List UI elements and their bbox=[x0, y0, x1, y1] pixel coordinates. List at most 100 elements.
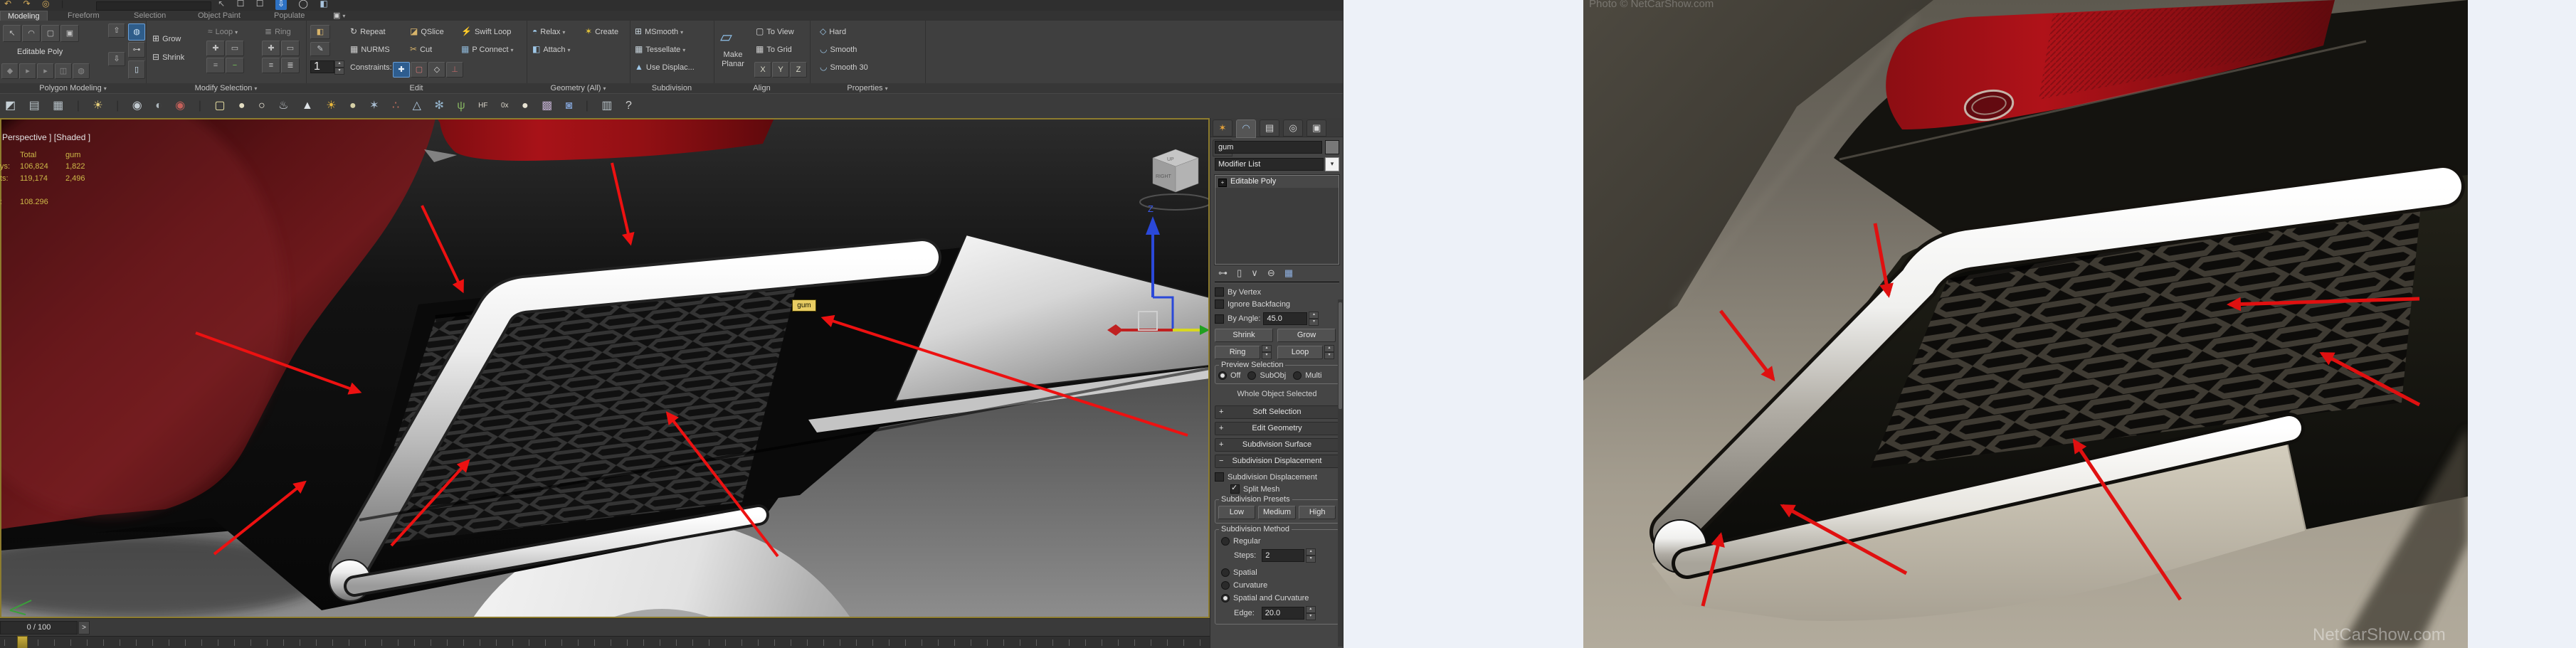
preview-off-radio[interactable] bbox=[1218, 371, 1227, 380]
preset-high-button[interactable]: High bbox=[1299, 506, 1336, 519]
spatial-radio[interactable] bbox=[1221, 568, 1230, 577]
ring-spinner[interactable]: ▴ ▾ bbox=[1262, 345, 1272, 359]
ring-button[interactable]: ≣ Ring bbox=[265, 26, 291, 36]
edge-mode-icon[interactable]: ◠ bbox=[22, 25, 41, 42]
dot-loop-icon[interactable]: = bbox=[206, 58, 225, 73]
preview-multi-radio[interactable] bbox=[1293, 371, 1302, 380]
molecule-icon[interactable]: ∴ bbox=[392, 94, 399, 117]
ring-button[interactable]: Ring bbox=[1215, 345, 1260, 359]
to-view-button[interactable]: ▢ To View bbox=[756, 26, 794, 36]
paint-options-icon[interactable]: ✎ bbox=[310, 42, 330, 56]
perspective-viewport[interactable]: RIGHT UP Z bbox=[0, 90, 1212, 648]
by-angle-spinner[interactable]: ▴ ▾ bbox=[1309, 312, 1319, 326]
polygon-mode-icon[interactable]: ▣ bbox=[60, 25, 79, 42]
make-planar-button[interactable]: Make Planar bbox=[717, 51, 749, 69]
constraint-edge-icon[interactable]: ▢ bbox=[411, 62, 428, 78]
ignore-backfacing-checkbox[interactable] bbox=[1215, 299, 1224, 309]
remove-modifier-icon[interactable]: ⊖ bbox=[1267, 267, 1275, 279]
tessellate-button[interactable]: ▦ Tessellate ▾ bbox=[635, 44, 685, 54]
grow-button[interactable]: Grow bbox=[1277, 329, 1336, 342]
loop-shrink-icon[interactable]: ▭ bbox=[226, 41, 244, 56]
render-presets-icon[interactable]: ▦ bbox=[53, 94, 63, 117]
viewport-label[interactable]: Perspective ] [Shaded ] bbox=[2, 132, 90, 142]
redo-icon[interactable]: ↷ bbox=[23, 0, 31, 10]
preview-icon[interactable]: ◆ bbox=[1, 63, 19, 79]
shrink-button[interactable]: ⊟ Shrink bbox=[152, 52, 184, 62]
display-tab-icon[interactable]: ▣ bbox=[1307, 119, 1327, 137]
select-by-name-icon[interactable]: ↖ bbox=[218, 0, 225, 10]
rollout-subdivision-displacement[interactable]: − Subdivision Displacement bbox=[1215, 455, 1339, 468]
exposure-icon[interactable]: 0x bbox=[501, 94, 509, 117]
curvature-radio[interactable] bbox=[1221, 581, 1230, 590]
regular-radio[interactable] bbox=[1221, 537, 1230, 546]
spatial-curvature-radio[interactable] bbox=[1221, 594, 1230, 602]
section-geometry[interactable]: Geometry (All) ▾ bbox=[527, 83, 630, 93]
edge-spinner[interactable]: ▴ ▾ bbox=[1305, 606, 1316, 620]
link-icon[interactable]: ◎ bbox=[42, 0, 49, 10]
select-child-icon[interactable]: ▸ bbox=[19, 63, 36, 79]
crossing-icon[interactable]: ☐ bbox=[256, 0, 264, 10]
configure-stack-icon[interactable]: ▦ bbox=[1284, 267, 1293, 279]
subdivision-displacement-checkbox[interactable] bbox=[1215, 472, 1224, 482]
display-final-icon[interactable]: ▯ bbox=[128, 60, 145, 79]
qslice-button[interactable]: ◪ QSlice bbox=[410, 26, 444, 36]
constraint-normal-icon[interactable]: ⊥ bbox=[446, 62, 463, 78]
msmooth-button[interactable]: ⊞ MSmooth ▾ bbox=[635, 26, 683, 36]
render-setup-icon[interactable]: ▤ bbox=[29, 94, 40, 117]
tab-selection[interactable]: Selection bbox=[127, 11, 173, 21]
undo-icon[interactable]: ↶ bbox=[4, 0, 11, 10]
loop-grow-icon[interactable]: ✚ bbox=[206, 41, 225, 56]
loop-spinner[interactable]: ▴ ▾ bbox=[1324, 345, 1334, 359]
relax-button[interactable]: ◓ Relax ▾ bbox=[532, 26, 565, 36]
section-properties[interactable]: Properties ▾ bbox=[810, 83, 925, 93]
nurms-button[interactable]: ▦ NURMS bbox=[350, 44, 390, 54]
loop-button[interactable]: ≈ Loop ▾ bbox=[208, 26, 238, 36]
derrick-icon[interactable]: △ bbox=[413, 94, 421, 117]
video-camera-icon[interactable]: ◉ bbox=[175, 94, 185, 117]
split-mesh-checkbox[interactable] bbox=[1230, 483, 1240, 494]
align-x-button[interactable]: X bbox=[754, 62, 771, 78]
rollout-subdivision-surface[interactable]: + Subdivision Surface bbox=[1215, 438, 1339, 452]
egg-primitive-icon[interactable]: ○ bbox=[258, 94, 265, 117]
preview-subobj-radio[interactable] bbox=[1247, 371, 1257, 380]
circle-icon[interactable]: ◯ bbox=[299, 0, 308, 10]
section-subdivision[interactable]: Subdivision bbox=[630, 83, 714, 93]
constraint-face-icon[interactable]: ◇ bbox=[428, 62, 445, 78]
select-parent-icon[interactable]: ▸ bbox=[37, 63, 54, 79]
create-tab-icon[interactable]: ✶ bbox=[1213, 119, 1232, 137]
object-name-field[interactable]: gum bbox=[1215, 141, 1322, 154]
time-slider-handle[interactable] bbox=[17, 636, 28, 648]
to-grid-button[interactable]: ▦ To Grid bbox=[756, 44, 792, 54]
paint-size-field[interactable]: 1 bbox=[310, 60, 334, 73]
loop-button[interactable]: Loop bbox=[1277, 345, 1323, 359]
by-angle-field[interactable]: 45.0 bbox=[1263, 312, 1308, 325]
egg2-icon[interactable]: ● bbox=[349, 94, 357, 117]
layers-icon[interactable]: ◧ bbox=[320, 0, 327, 10]
current-frame-field[interactable]: 0 / 100 bbox=[0, 621, 78, 634]
align-y-button[interactable]: Y bbox=[772, 62, 789, 78]
repeat-button[interactable]: ↻ Repeat bbox=[350, 26, 386, 36]
use-displacement-button[interactable]: ▲ Use Displac... bbox=[635, 62, 695, 72]
particles-icon[interactable]: ✶ bbox=[369, 94, 379, 117]
plane-primitive-icon[interactable]: ▢ bbox=[214, 94, 225, 117]
expand-icon[interactable]: + bbox=[1218, 179, 1227, 187]
ribbon-minimize-icon[interactable]: ▣ ▾ bbox=[326, 11, 352, 21]
align-z-button[interactable]: Z bbox=[790, 62, 807, 78]
stack-item-editable-poly[interactable]: + Editable Poly bbox=[1215, 176, 1339, 188]
vertex-mode-icon[interactable]: ↖ bbox=[3, 25, 21, 42]
constraint-none-icon[interactable]: ✚ bbox=[393, 62, 410, 78]
pin-stack-icon[interactable]: ⊶ bbox=[1218, 267, 1228, 279]
rollout-soft-selection[interactable]: + Soft Selection bbox=[1215, 405, 1339, 419]
section-polygon-modeling[interactable]: Polygon Modeling ▾ bbox=[0, 83, 146, 93]
grow-button[interactable]: ⊞ Grow bbox=[152, 33, 181, 43]
soft-selection-icon[interactable]: ◍ bbox=[73, 63, 90, 79]
snap-toggle-icon[interactable]: ⇩ bbox=[275, 0, 287, 10]
attach-button[interactable]: ◧ Attach ▾ bbox=[532, 44, 571, 54]
rect-region-icon[interactable]: ☐ bbox=[237, 0, 245, 10]
prev-modifier-icon[interactable]: ⇧ bbox=[108, 23, 125, 38]
modifier-stack[interactable]: + Editable Poly bbox=[1214, 174, 1340, 265]
section-edit[interactable]: Edit bbox=[306, 83, 527, 93]
dot-ring-icon[interactable]: ≡ bbox=[262, 58, 280, 73]
listener-icon[interactable]: ▥ bbox=[601, 94, 612, 117]
p-connect-button[interactable]: ▦ P Connect ▾ bbox=[461, 44, 514, 54]
